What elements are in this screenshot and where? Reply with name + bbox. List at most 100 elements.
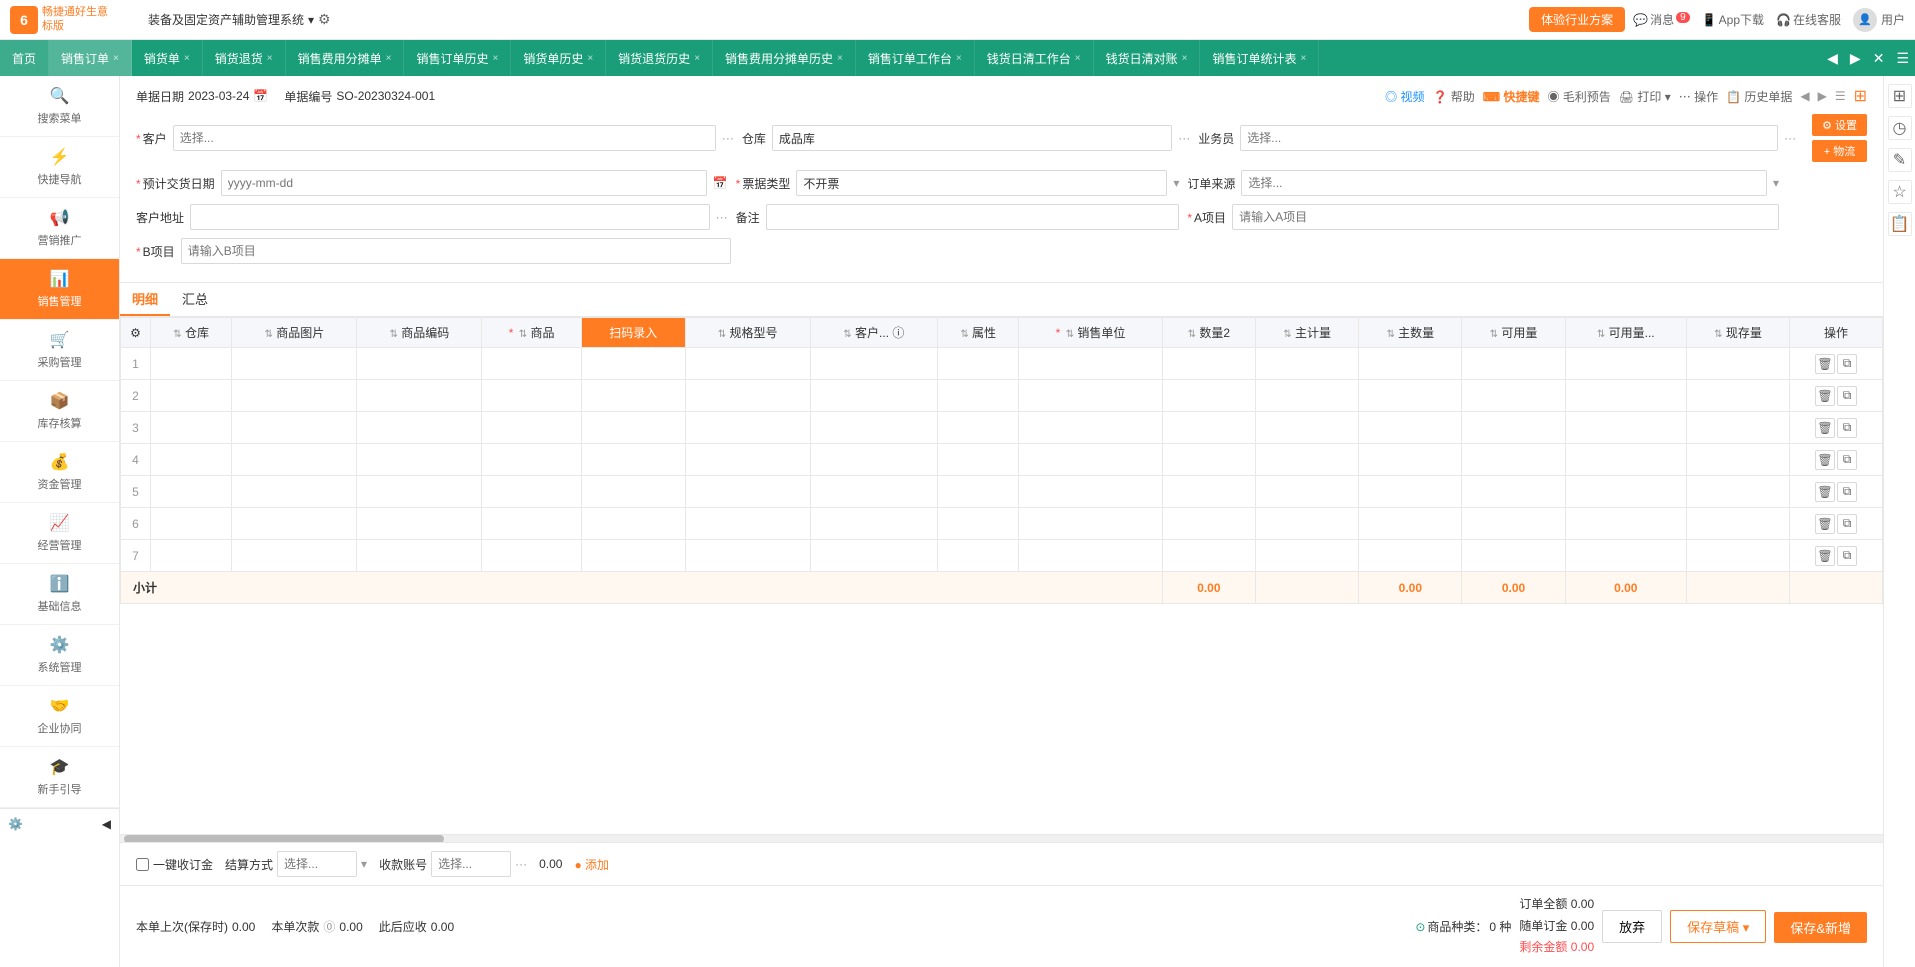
row2-cust-code[interactable] bbox=[810, 380, 937, 412]
row7-main-qty[interactable] bbox=[1359, 540, 1462, 572]
row1-main-unit[interactable] bbox=[1256, 348, 1359, 380]
sidebar-item-inventory[interactable]: 📦 库存核算 bbox=[0, 381, 119, 442]
sidebar-item-basic-info[interactable]: ℹ️ 基础信息 bbox=[0, 564, 119, 625]
row4-image[interactable] bbox=[232, 444, 357, 476]
right-panel-btn-5[interactable]: 📋 bbox=[1888, 212, 1912, 236]
row3-product[interactable] bbox=[482, 412, 582, 444]
row6-unit[interactable] bbox=[1019, 508, 1162, 540]
sidebar-item-enterprise[interactable]: 🤝 企业协同 bbox=[0, 686, 119, 747]
row7-product[interactable] bbox=[482, 540, 582, 572]
nav-close-all[interactable]: ✕ bbox=[1867, 50, 1891, 67]
row6-copy-btn[interactable]: ⧉ bbox=[1837, 514, 1857, 534]
row5-qty2[interactable] bbox=[1162, 476, 1255, 508]
row3-copy-btn[interactable]: ⧉ bbox=[1837, 418, 1857, 438]
tab-order-history[interactable]: 销售订单历史 × bbox=[404, 40, 511, 76]
sidebar-collapse-icon[interactable]: ◀ bbox=[102, 817, 111, 831]
row3-image[interactable] bbox=[232, 412, 357, 444]
salesperson-more-icon[interactable]: ··· bbox=[1784, 131, 1796, 145]
row1-stock[interactable] bbox=[1686, 348, 1789, 380]
row2-main-qty[interactable] bbox=[1359, 380, 1462, 412]
prev-record-icon[interactable]: ◀ bbox=[1800, 89, 1809, 103]
user-area[interactable]: 👤 用户 bbox=[1853, 8, 1905, 32]
row2-stock[interactable] bbox=[1686, 380, 1789, 412]
row2-available2[interactable] bbox=[1565, 380, 1686, 412]
row2-main-unit[interactable] bbox=[1256, 380, 1359, 412]
save-draft-dropdown-icon[interactable]: ▾ bbox=[1743, 920, 1750, 935]
chevron-down-icon[interactable]: ▾ bbox=[308, 13, 314, 27]
row6-available2[interactable] bbox=[1565, 508, 1686, 540]
right-panel-btn-4[interactable]: ☆ bbox=[1888, 180, 1912, 204]
customer-more-icon[interactable]: ··· bbox=[722, 131, 734, 145]
row3-main-qty[interactable] bbox=[1359, 412, 1462, 444]
tab-sales-return[interactable]: 销货退货 × bbox=[203, 40, 286, 76]
row6-cust-code[interactable] bbox=[810, 508, 937, 540]
invoice-dropdown-icon[interactable]: ▾ bbox=[1173, 176, 1179, 190]
row1-sku-code[interactable] bbox=[357, 348, 482, 380]
row1-attr[interactable] bbox=[938, 348, 1019, 380]
right-panel-btn-1[interactable]: ⊞ bbox=[1888, 84, 1912, 108]
row5-main-qty[interactable] bbox=[1359, 476, 1462, 508]
row1-warehouse[interactable] bbox=[151, 348, 232, 380]
row7-unit[interactable] bbox=[1019, 540, 1162, 572]
row5-warehouse[interactable] bbox=[151, 476, 232, 508]
tab-cash-workbench[interactable]: 钱货日清工作台 × bbox=[975, 40, 1094, 76]
row5-attr[interactable] bbox=[938, 476, 1019, 508]
row1-product[interactable] bbox=[482, 348, 582, 380]
warehouse-input[interactable] bbox=[772, 125, 1172, 151]
tab-sales-order[interactable]: 销售订单 × bbox=[49, 40, 132, 76]
row4-sku-code[interactable] bbox=[357, 444, 482, 476]
row3-stock[interactable] bbox=[1686, 412, 1789, 444]
sidebar-item-finance[interactable]: 💰 资金管理 bbox=[0, 442, 119, 503]
row7-spec[interactable] bbox=[685, 540, 810, 572]
row2-unit[interactable] bbox=[1019, 380, 1162, 412]
row4-unit[interactable] bbox=[1019, 444, 1162, 476]
right-panel-btn-2[interactable]: ◷ bbox=[1888, 116, 1912, 140]
row1-copy-btn[interactable]: ⧉ bbox=[1837, 354, 1857, 374]
col-available-header[interactable]: ⇅ 可用量 bbox=[1462, 318, 1565, 348]
sidebar-item-system[interactable]: ⚙️ 系统管理 bbox=[0, 625, 119, 686]
row4-delete-btn[interactable]: 🗑 bbox=[1815, 450, 1835, 470]
tab-slip-history-close[interactable]: × bbox=[587, 53, 593, 64]
row5-main-unit[interactable] bbox=[1256, 476, 1359, 508]
tab-cash-workbench-close[interactable]: × bbox=[1075, 53, 1081, 64]
row1-spec[interactable] bbox=[685, 348, 810, 380]
row6-main-unit[interactable] bbox=[1256, 508, 1359, 540]
operations-btn[interactable]: ⋯ 操作 bbox=[1679, 88, 1718, 105]
row5-cust-code[interactable] bbox=[810, 476, 937, 508]
col-scan-header[interactable]: 扫码录入 bbox=[581, 318, 685, 348]
tab-cash-reconcile-close[interactable]: × bbox=[1182, 53, 1188, 64]
print-btn[interactable]: 🖨 打印 ▾ bbox=[1619, 88, 1671, 105]
row1-available2[interactable] bbox=[1565, 348, 1686, 380]
row7-copy-btn[interactable]: ⧉ bbox=[1837, 546, 1857, 566]
row5-unit[interactable] bbox=[1019, 476, 1162, 508]
row5-image[interactable] bbox=[232, 476, 357, 508]
row7-available[interactable] bbox=[1462, 540, 1565, 572]
row5-available[interactable] bbox=[1462, 476, 1565, 508]
row1-main-qty[interactable] bbox=[1359, 348, 1462, 380]
row6-available[interactable] bbox=[1462, 508, 1565, 540]
row3-sku-code[interactable] bbox=[357, 412, 482, 444]
row5-product[interactable] bbox=[482, 476, 582, 508]
row1-cust-code[interactable] bbox=[810, 348, 937, 380]
tab-sales-slip-close[interactable]: × bbox=[184, 53, 190, 64]
row6-spec[interactable] bbox=[685, 508, 810, 540]
row5-sku-code[interactable] bbox=[357, 476, 482, 508]
view-video-btn[interactable]: ◎ 视频 bbox=[1385, 88, 1424, 105]
project-b-input[interactable] bbox=[181, 238, 731, 264]
row2-product[interactable] bbox=[482, 380, 582, 412]
row3-available[interactable] bbox=[1462, 412, 1565, 444]
row7-warehouse[interactable] bbox=[151, 540, 232, 572]
row6-product[interactable] bbox=[482, 508, 582, 540]
row4-qty2[interactable] bbox=[1162, 444, 1255, 476]
sidebar-item-marketing[interactable]: 📢 营销推广 bbox=[0, 198, 119, 259]
col-qty2-header[interactable]: ⇅ 数量2 bbox=[1162, 318, 1255, 348]
address-more-icon[interactable]: ··· bbox=[716, 210, 728, 224]
customer-input[interactable] bbox=[173, 125, 716, 151]
col-stock-header[interactable]: ⇅ 现存量 bbox=[1686, 318, 1789, 348]
row4-main-unit[interactable] bbox=[1256, 444, 1359, 476]
tab-order-history-close[interactable]: × bbox=[492, 53, 498, 64]
col-unit-header[interactable]: ⇅ 销售单位 bbox=[1019, 318, 1162, 348]
row2-image[interactable] bbox=[232, 380, 357, 412]
sidebar-item-sales[interactable]: 📊 销售管理 bbox=[0, 259, 119, 320]
settings-button[interactable]: ⚙ 设置 bbox=[1812, 114, 1867, 136]
